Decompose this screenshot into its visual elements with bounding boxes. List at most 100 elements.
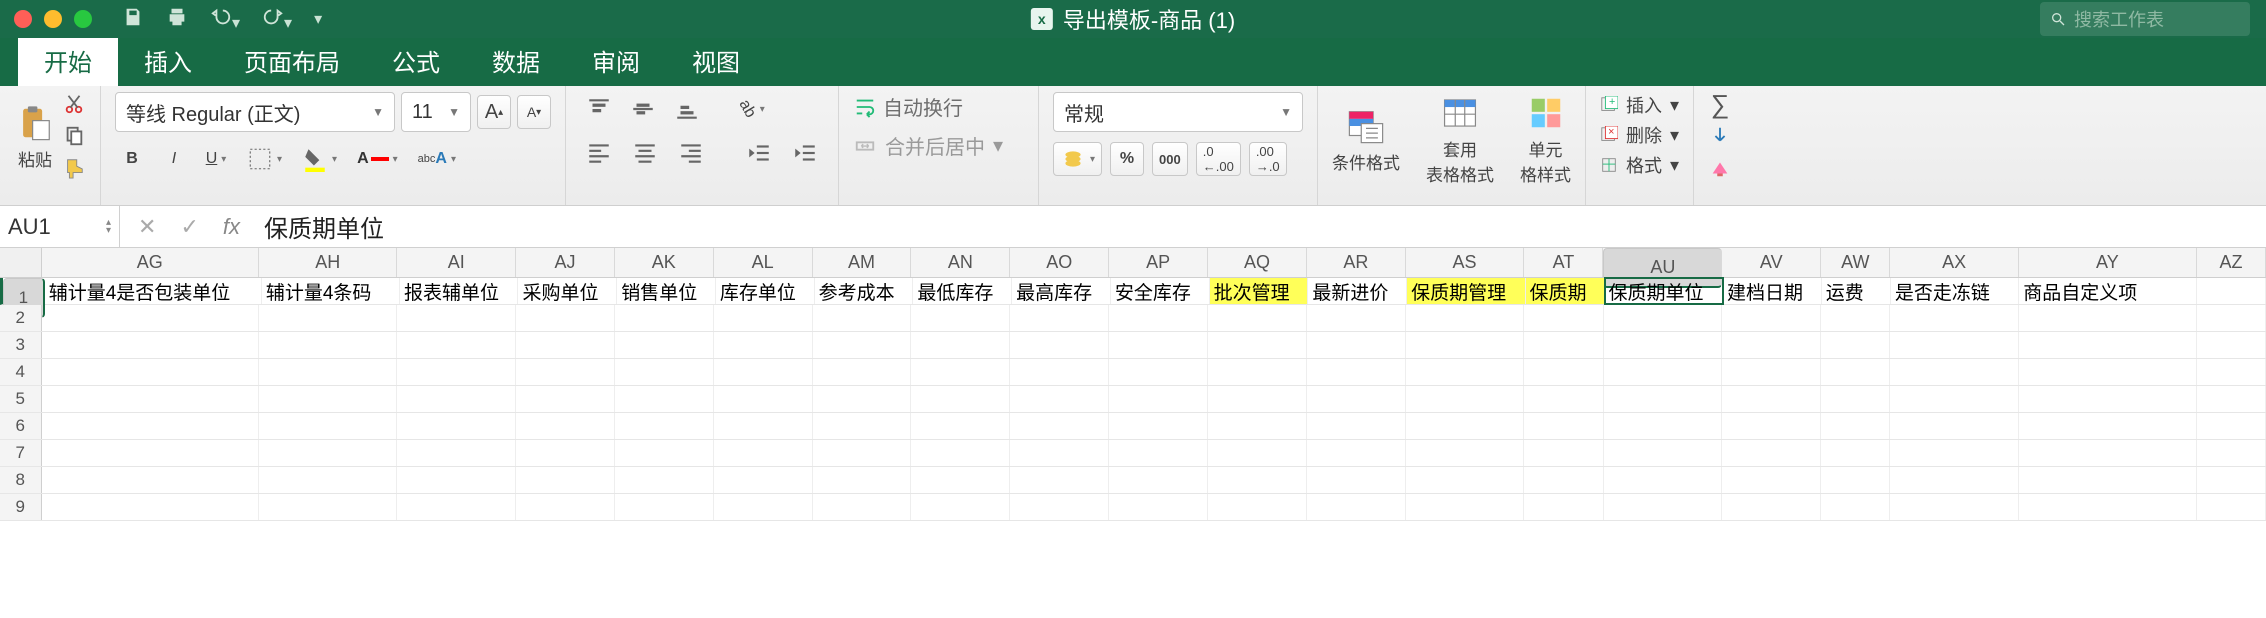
cell-AP1[interactable]: 安全库存 (1111, 278, 1210, 304)
cell-AJ7[interactable] (516, 440, 615, 466)
cell-AH8[interactable] (259, 467, 397, 493)
cell-AO8[interactable] (1010, 467, 1109, 493)
cell-AI2[interactable] (397, 305, 516, 331)
formula-value[interactable]: 保质期单位 (258, 209, 384, 244)
cell-AM7[interactable] (813, 440, 912, 466)
cell-AP9[interactable] (1109, 494, 1208, 520)
cell-AO9[interactable] (1010, 494, 1109, 520)
cell-AN5[interactable] (911, 386, 1010, 412)
cell-AU8[interactable] (1604, 467, 1723, 493)
cell-AV9[interactable] (1722, 494, 1821, 520)
confirm-formula-icon[interactable]: ✓ (180, 214, 198, 240)
cell-AJ1[interactable]: 采购单位 (518, 278, 617, 304)
cell-AW9[interactable] (1821, 494, 1890, 520)
cell-AQ8[interactable] (1208, 467, 1307, 493)
row-header-6[interactable]: 6 (0, 413, 42, 439)
column-header-AG[interactable]: AG (42, 248, 259, 277)
align-left-button[interactable] (580, 136, 618, 170)
cell-AN3[interactable] (911, 332, 1010, 358)
cell-AR6[interactable] (1307, 413, 1406, 439)
cell-AG7[interactable] (42, 440, 259, 466)
cell-AR1[interactable]: 最新进价 (1308, 278, 1407, 304)
cell-AP2[interactable] (1109, 305, 1208, 331)
cell-AL4[interactable] (714, 359, 813, 385)
fx-icon[interactable]: fx (223, 214, 240, 240)
cell-AG9[interactable] (42, 494, 259, 520)
cell-AZ5[interactable] (2197, 386, 2266, 412)
cell-AJ4[interactable] (516, 359, 615, 385)
cell-AW6[interactable] (1821, 413, 1890, 439)
cell-AV3[interactable] (1722, 332, 1821, 358)
copy-icon[interactable] (62, 124, 86, 148)
align-middle-button[interactable] (624, 92, 662, 126)
cell-AX2[interactable] (1890, 305, 2019, 331)
cell-styles-button[interactable]: 单元 格样式 (1520, 92, 1571, 186)
cell-AO6[interactable] (1010, 413, 1109, 439)
cell-AH7[interactable] (259, 440, 397, 466)
row-header-2[interactable]: 2 (0, 305, 42, 331)
cell-AS8[interactable] (1406, 467, 1525, 493)
cell-AT5[interactable] (1524, 386, 1603, 412)
column-header-AK[interactable]: AK (615, 248, 714, 277)
cell-AU9[interactable] (1604, 494, 1723, 520)
cancel-formula-icon[interactable]: ✕ (138, 214, 156, 240)
row-header-5[interactable]: 5 (0, 386, 42, 412)
qat-customize-icon[interactable]: ▾ (314, 9, 322, 29)
column-header-AZ[interactable]: AZ (2197, 248, 2266, 277)
cell-AK5[interactable] (615, 386, 714, 412)
cell-AR9[interactable] (1307, 494, 1406, 520)
cell-AU7[interactable] (1604, 440, 1723, 466)
decrease-indent-button[interactable] (740, 136, 778, 170)
cell-AY4[interactable] (2019, 359, 2197, 385)
increase-font-button[interactable]: A▴ (477, 95, 511, 129)
cell-AV2[interactable] (1722, 305, 1821, 331)
undo-icon[interactable]: ▾ (210, 6, 240, 33)
name-box[interactable]: AU1 ▴▾ (0, 206, 120, 247)
cell-AO1[interactable]: 最高库存 (1012, 278, 1111, 304)
column-header-AL[interactable]: AL (714, 248, 813, 277)
cell-AM2[interactable] (813, 305, 912, 331)
cell-AP3[interactable] (1109, 332, 1208, 358)
cell-AI6[interactable] (397, 413, 516, 439)
tab-插入[interactable]: 插入 (118, 35, 218, 86)
cell-AM5[interactable] (813, 386, 912, 412)
column-header-AV[interactable]: AV (1722, 248, 1821, 277)
column-header-AJ[interactable]: AJ (516, 248, 615, 277)
cell-AS4[interactable] (1406, 359, 1525, 385)
cell-AS3[interactable] (1406, 332, 1525, 358)
cell-AV5[interactable] (1722, 386, 1821, 412)
underline-button[interactable]: U▾ (199, 142, 233, 176)
cell-AN9[interactable] (911, 494, 1010, 520)
cut-icon[interactable] (62, 92, 86, 116)
cell-AM1[interactable]: 参考成本 (815, 278, 914, 304)
phonetic-button[interactable]: abcA▾ (412, 142, 462, 176)
fill-color-button[interactable]: ▾ (296, 142, 343, 176)
column-header-AO[interactable]: AO (1010, 248, 1109, 277)
cell-AQ7[interactable] (1208, 440, 1307, 466)
cell-AS1[interactable]: 保质期管理 (1407, 278, 1525, 304)
cell-AQ2[interactable] (1208, 305, 1307, 331)
cell-AG5[interactable] (42, 386, 259, 412)
cell-AH3[interactable] (259, 332, 397, 358)
cell-AO4[interactable] (1010, 359, 1109, 385)
cell-AT6[interactable] (1524, 413, 1603, 439)
cell-AP8[interactable] (1109, 467, 1208, 493)
cell-AX1[interactable]: 是否走冻链 (1891, 278, 2019, 304)
cell-AW1[interactable]: 运费 (1822, 278, 1891, 304)
column-header-AM[interactable]: AM (813, 248, 912, 277)
paste-button[interactable]: 粘贴 (14, 102, 56, 171)
cell-AV6[interactable] (1722, 413, 1821, 439)
font-color-button[interactable]: A▾ (351, 142, 404, 176)
column-header-AN[interactable]: AN (911, 248, 1010, 277)
cell-AH9[interactable] (259, 494, 397, 520)
align-top-button[interactable] (580, 92, 618, 126)
cell-AZ8[interactable] (2197, 467, 2266, 493)
cell-AI5[interactable] (397, 386, 516, 412)
cell-AN8[interactable] (911, 467, 1010, 493)
cell-AI4[interactable] (397, 359, 516, 385)
cell-AM4[interactable] (813, 359, 912, 385)
cell-AR3[interactable] (1307, 332, 1406, 358)
cell-AK2[interactable] (615, 305, 714, 331)
cell-AV4[interactable] (1722, 359, 1821, 385)
italic-button[interactable]: I (157, 142, 191, 176)
